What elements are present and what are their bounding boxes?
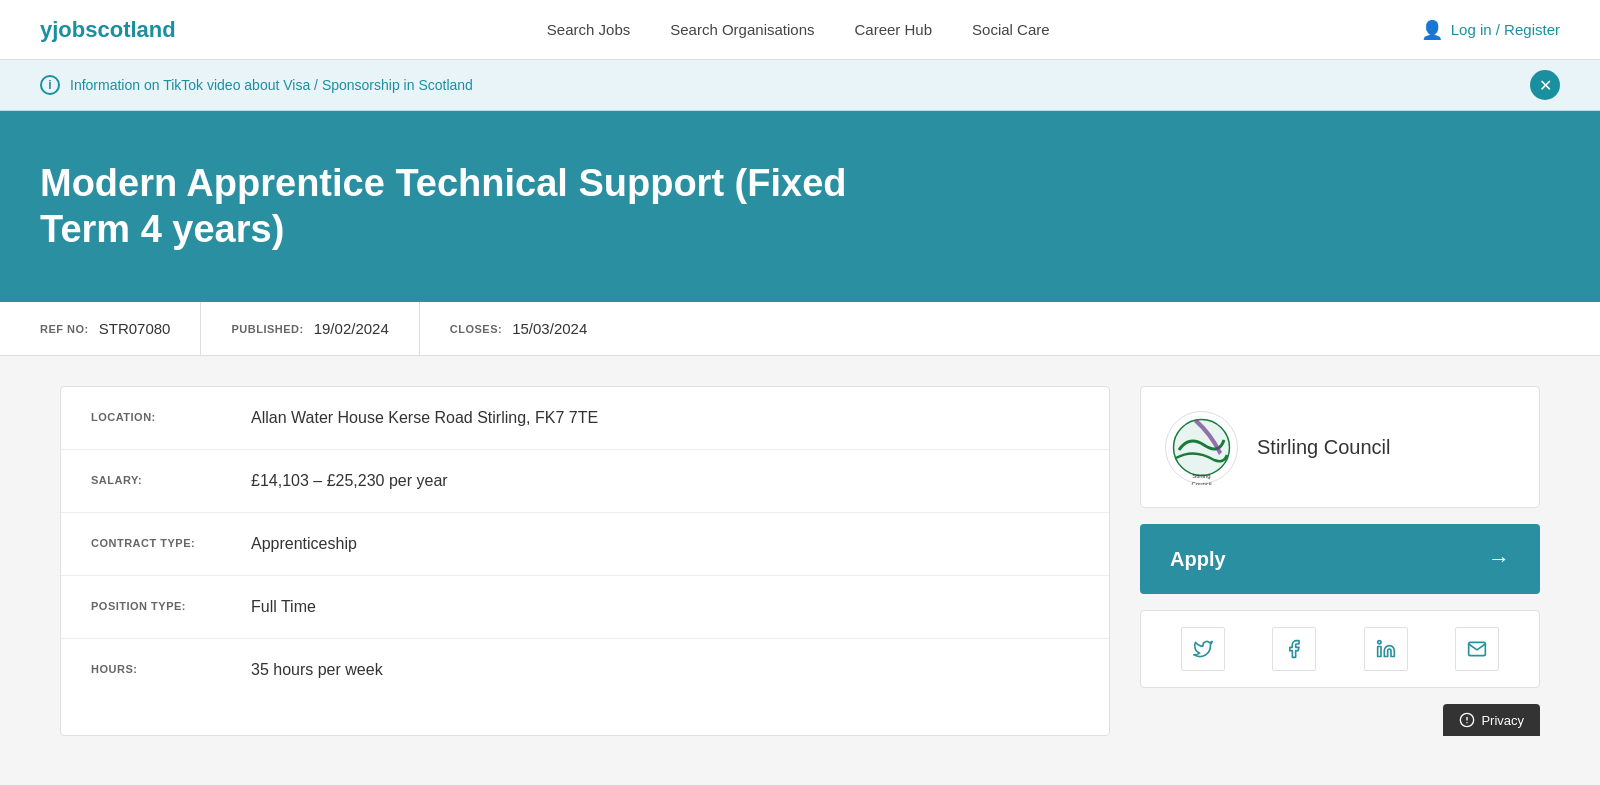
navbar: yjobscotland Search Jobs Search Organisa…	[0, 0, 1600, 60]
position-value: Full Time	[251, 598, 316, 616]
ref-label: REF NO:	[40, 323, 89, 335]
hours-row: HOURS: 35 hours per week	[61, 639, 1109, 701]
close-banner-button[interactable]: ✕	[1530, 70, 1560, 100]
apply-label: Apply	[1170, 548, 1226, 571]
svg-rect-4	[1377, 647, 1380, 657]
hours-value: 35 hours per week	[251, 661, 383, 679]
nav-search-orgs[interactable]: Search Organisations	[670, 21, 814, 38]
contract-value: Apprenticeship	[251, 535, 357, 553]
linkedin-share-button[interactable]	[1364, 627, 1408, 671]
ref-no-item: REF NO: STR07080	[40, 302, 201, 355]
contract-row: CONTRACT TYPE: Apprenticeship	[61, 513, 1109, 576]
svg-point-5	[1377, 641, 1380, 644]
svg-text:Stirling: Stirling	[1192, 473, 1210, 479]
twitter-share-button[interactable]	[1181, 627, 1225, 671]
hours-label: HOURS:	[91, 661, 251, 675]
nav-search-jobs[interactable]: Search Jobs	[547, 21, 630, 38]
main-content: LOCATION: Allan Water House Kerse Road S…	[20, 356, 1580, 766]
position-row: POSITION TYPE: Full Time	[61, 576, 1109, 639]
logo-suffix: scotland	[85, 17, 175, 42]
published-item: PUBLISHED: 19/02/2024	[231, 302, 419, 355]
privacy-label: Privacy	[1481, 713, 1524, 728]
location-value: Allan Water House Kerse Road Stirling, F…	[251, 409, 598, 427]
closes-value: 15/03/2024	[512, 320, 587, 337]
info-icon: i	[40, 75, 60, 95]
closes-label: CLOSES:	[450, 323, 502, 335]
privacy-bar: Privacy	[1443, 704, 1540, 736]
auth-label: Log in / Register	[1451, 21, 1560, 38]
apply-button[interactable]: Apply →	[1140, 524, 1540, 594]
email-share-button[interactable]	[1455, 627, 1499, 671]
salary-row: SALARY: £14,103 – £25,230 per year	[61, 450, 1109, 513]
employer-logo: Stirling Council	[1161, 407, 1241, 487]
user-icon: 👤	[1421, 19, 1443, 41]
position-label: POSITION TYPE:	[91, 598, 251, 612]
salary-label: SALARY:	[91, 472, 251, 486]
employer-name: Stirling Council	[1257, 436, 1390, 459]
auth-link[interactable]: 👤 Log in / Register	[1421, 19, 1560, 41]
job-title: Modern Apprentice Technical Support (Fix…	[40, 161, 940, 252]
closes-item: CLOSES: 15/03/2024	[450, 302, 617, 355]
meta-bar: REF NO: STR07080 PUBLISHED: 19/02/2024 C…	[0, 302, 1600, 356]
location-label: LOCATION:	[91, 409, 251, 423]
facebook-share-button[interactable]	[1272, 627, 1316, 671]
ref-value: STR07080	[99, 320, 171, 337]
hero-section: Modern Apprentice Technical Support (Fix…	[0, 111, 1600, 302]
info-banner: i Information on TikTok video about Visa…	[0, 60, 1600, 111]
job-details-panel: LOCATION: Allan Water House Kerse Road S…	[60, 386, 1110, 736]
location-row: LOCATION: Allan Water House Kerse Road S…	[61, 387, 1109, 450]
contract-label: CONTRACT TYPE:	[91, 535, 251, 549]
employer-card: Stirling Council Stirling Council	[1140, 386, 1540, 508]
sidebar: Stirling Council Stirling Council Apply …	[1140, 386, 1540, 736]
logo-prefix: yjob	[40, 17, 85, 42]
info-banner-text: Information on TikTok video about Visa /…	[70, 77, 473, 93]
nav-links: Search Jobs Search Organisations Career …	[547, 21, 1050, 39]
published-value: 19/02/2024	[314, 320, 389, 337]
logo[interactable]: yjobscotland	[40, 17, 176, 43]
apply-arrow-icon: →	[1488, 546, 1510, 572]
info-banner-content: i Information on TikTok video about Visa…	[40, 75, 473, 95]
nav-social-care[interactable]: Social Care	[972, 21, 1050, 38]
salary-value: £14,103 – £25,230 per year	[251, 472, 448, 490]
published-label: PUBLISHED:	[231, 323, 303, 335]
svg-text:Council: Council	[1191, 481, 1211, 485]
social-share-panel	[1140, 610, 1540, 688]
nav-career-hub[interactable]: Career Hub	[855, 21, 933, 38]
